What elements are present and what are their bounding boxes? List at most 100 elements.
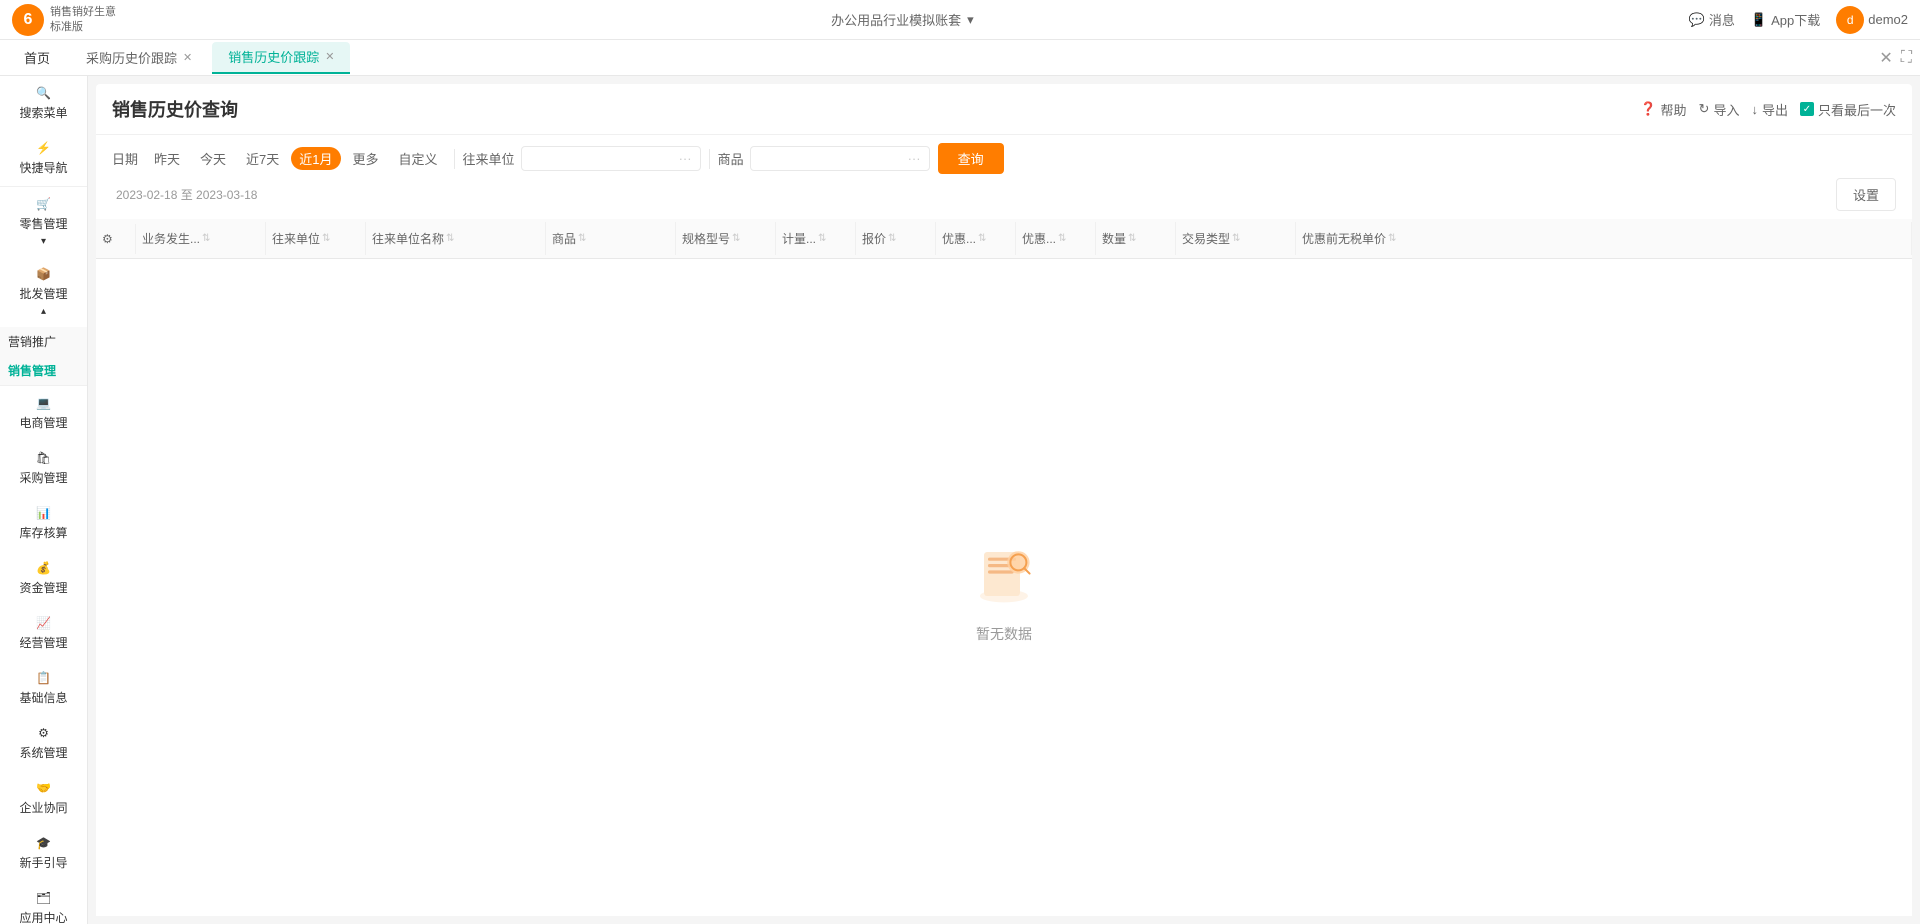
logo-area: 6 销售销好生意 标准版 [12, 4, 116, 36]
th-product[interactable]: 商品 ⇅ [546, 222, 676, 255]
th-price-label: 报价 [862, 230, 886, 247]
product-label: 商品 [718, 149, 744, 168]
date-btn-today[interactable]: 今天 [192, 147, 234, 170]
date-btn-more[interactable]: 更多 [345, 147, 387, 170]
tab-purchase-history[interactable]: 采购历史价跟踪 ✕ [70, 42, 208, 74]
logo-text: 销售销好生意 标准版 [50, 5, 116, 34]
th-discount2-sort-icon: ⇅ [1058, 234, 1066, 244]
page-actions: ❓ 帮助 ↻ 导入 ↓ 导出 ✓ 只看最后一次 [1640, 100, 1896, 119]
sidebar-item-search-menu[interactable]: 🔍 搜索菜单 [0, 76, 87, 131]
date-btn-custom[interactable]: 自定义 [391, 147, 446, 170]
date-btn-7days[interactable]: 近7天 [238, 147, 287, 170]
phone-icon: 📱 [1751, 12, 1767, 28]
empty-illustration [964, 532, 1044, 612]
sidebar-item-newbie[interactable]: 🎓 新手引导 [0, 826, 87, 881]
sidebar-item-operations[interactable]: 📈 经营管理 [0, 606, 87, 661]
date-btn-yesterday[interactable]: 昨天 [146, 147, 188, 170]
help-btn[interactable]: ❓ 帮助 [1640, 100, 1686, 119]
tab-sales-history[interactable]: 销售历史价跟踪 ✕ [212, 42, 350, 74]
th-discount1[interactable]: 优惠... ⇅ [936, 222, 1016, 255]
sidebar: 🔍 搜索菜单 ⚡ 快捷导航 🛒 零售管理 ▾ 📦 批发管理 ▴ 营销推广 销售管… [0, 76, 88, 924]
product-filter: 商品 ··· [718, 146, 930, 171]
th-partner-label: 往来单位 [272, 230, 320, 247]
tab-sales-close[interactable]: ✕ [325, 50, 334, 63]
enterprise-icon: 🤝 [36, 781, 51, 795]
partner-input-dots: ··· [679, 151, 692, 166]
filter-row-2: 2023-02-18 至 2023-03-18 设置 [112, 178, 1896, 211]
settings-button[interactable]: 设置 [1836, 178, 1896, 211]
page-title: 销售历史价查询 [112, 96, 238, 122]
sidebar-item-quick-nav[interactable]: ⚡ 快捷导航 [0, 131, 87, 186]
th-partner-sort-icon: ⇅ [322, 234, 330, 244]
sidebar-item-ecommerce[interactable]: 💻 电商管理 [0, 385, 87, 441]
th-spec-label: 规格型号 [682, 230, 730, 247]
operations-icon: 📈 [36, 616, 51, 630]
tab-purchase-label: 采购历史价跟踪 [86, 48, 177, 67]
th-partner[interactable]: 往来单位 ⇅ [266, 222, 366, 255]
sidebar-item-wholesale-mgmt[interactable]: 📦 批发管理 ▴ [0, 257, 87, 327]
partner-label: 往来单位 [463, 149, 515, 168]
th-partner-name[interactable]: 往来单位名称 ⇅ [366, 222, 546, 255]
th-price[interactable]: 报价 ⇅ [856, 222, 936, 255]
sidebar-item-retail-mgmt[interactable]: 🛒 零售管理 ▾ [0, 186, 87, 257]
th-spec[interactable]: 规格型号 ⇅ [676, 222, 776, 255]
th-partner-name-sort-icon: ⇅ [446, 234, 454, 244]
th-unit-sort-icon: ⇅ [818, 234, 826, 244]
th-notax[interactable]: 优惠前无税单价 ⇅ [1296, 222, 1912, 255]
sidebar-item-app-center[interactable]: 🗂 应用中心 [0, 881, 87, 924]
tab-sales-label: 销售历史价跟踪 [228, 47, 319, 66]
app-download-btn[interactable]: 📱 App下载 [1751, 10, 1820, 29]
tab-close-all-btn[interactable]: ✕ [1879, 48, 1892, 68]
ecommerce-icon: 💻 [36, 396, 51, 410]
th-trade[interactable]: 交易类型 ⇅ [1176, 222, 1296, 255]
th-date-label: 业务发生... [142, 230, 200, 247]
th-unit[interactable]: 计量... ⇅ [776, 222, 856, 255]
avatar: d [1836, 6, 1864, 34]
partner-input[interactable]: ··· [521, 146, 701, 171]
query-button[interactable]: 查询 [938, 143, 1004, 174]
sidebar-item-purchase[interactable]: 🛍 采购管理 [0, 441, 87, 496]
search-menu-icon: 🔍 [36, 86, 51, 100]
th-product-sort-icon: ⇅ [578, 234, 586, 244]
product-input[interactable]: ··· [750, 146, 930, 171]
user-avatar-area[interactable]: d demo2 [1836, 6, 1908, 34]
export-icon: ↓ [1751, 102, 1758, 117]
filter-row-1: 日期 昨天 今天 近7天 近1月 更多 自定义 往来单位 ··· [112, 143, 1896, 174]
th-qty[interactable]: 数量 ⇅ [1096, 222, 1176, 255]
sidebar-sub-marketing[interactable]: 营销推广 [0, 327, 87, 356]
th-discount2[interactable]: 优惠... ⇅ [1016, 222, 1096, 255]
sidebar-sub-sales-mgmt[interactable]: 销售管理 [0, 356, 87, 385]
th-qty-label: 数量 [1102, 230, 1126, 247]
th-trade-sort-icon: ⇅ [1232, 234, 1240, 244]
th-discount2-label: 优惠... [1022, 230, 1056, 247]
th-spec-sort-icon: ⇅ [732, 234, 740, 244]
th-gear[interactable]: ⚙ [96, 224, 136, 254]
sidebar-item-enterprise[interactable]: 🤝 企业协同 [0, 771, 87, 826]
tab-purchase-close[interactable]: ✕ [183, 51, 192, 64]
filter-container: 日期 昨天 今天 近7天 近1月 更多 自定义 往来单位 ··· [96, 135, 1912, 219]
th-date[interactable]: 业务发生... ⇅ [136, 222, 266, 255]
only-last-checkbox[interactable]: ✓ 只看最后一次 [1800, 100, 1896, 119]
tab-home[interactable]: 首页 [8, 42, 66, 74]
th-qty-sort-icon: ⇅ [1128, 234, 1136, 244]
import-icon: ↻ [1699, 101, 1710, 117]
tab-fullscreen-btn[interactable]: ⛶ [1901, 49, 1912, 67]
import-btn[interactable]: ↻ 导入 [1699, 100, 1740, 119]
th-unit-label: 计量... [782, 230, 816, 247]
sidebar-item-system[interactable]: ⚙ 系统管理 [0, 716, 87, 771]
partner-filter: 往来单位 ··· [463, 146, 701, 171]
export-btn[interactable]: ↓ 导出 [1751, 100, 1788, 119]
product-input-dots: ··· [908, 151, 921, 166]
sidebar-item-inventory[interactable]: 📊 库存核算 [0, 496, 87, 551]
date-label: 日期 [112, 149, 138, 168]
top-bar: 6 销售销好生意 标准版 办公用品行业模拟账套 ▾ 💬 消息 📱 App下载 d… [0, 0, 1920, 40]
sidebar-item-basic-info[interactable]: 📋 基础信息 [0, 661, 87, 716]
app-selector[interactable]: 办公用品行业模拟账套 ▾ [831, 10, 974, 29]
date-btn-1month[interactable]: 近1月 [291, 147, 340, 170]
message-btn[interactable]: 💬 消息 [1689, 10, 1735, 29]
th-notax-label: 优惠前无税单价 [1302, 230, 1386, 247]
empty-text: 暂无数据 [976, 624, 1032, 644]
sidebar-item-finance[interactable]: 💰 资金管理 [0, 551, 87, 606]
purchase-icon: 🛍 [36, 451, 51, 465]
table-header: ⚙ 业务发生... ⇅ 往来单位 ⇅ 往来单位名称 ⇅ 商品 ⇅ [96, 219, 1912, 259]
